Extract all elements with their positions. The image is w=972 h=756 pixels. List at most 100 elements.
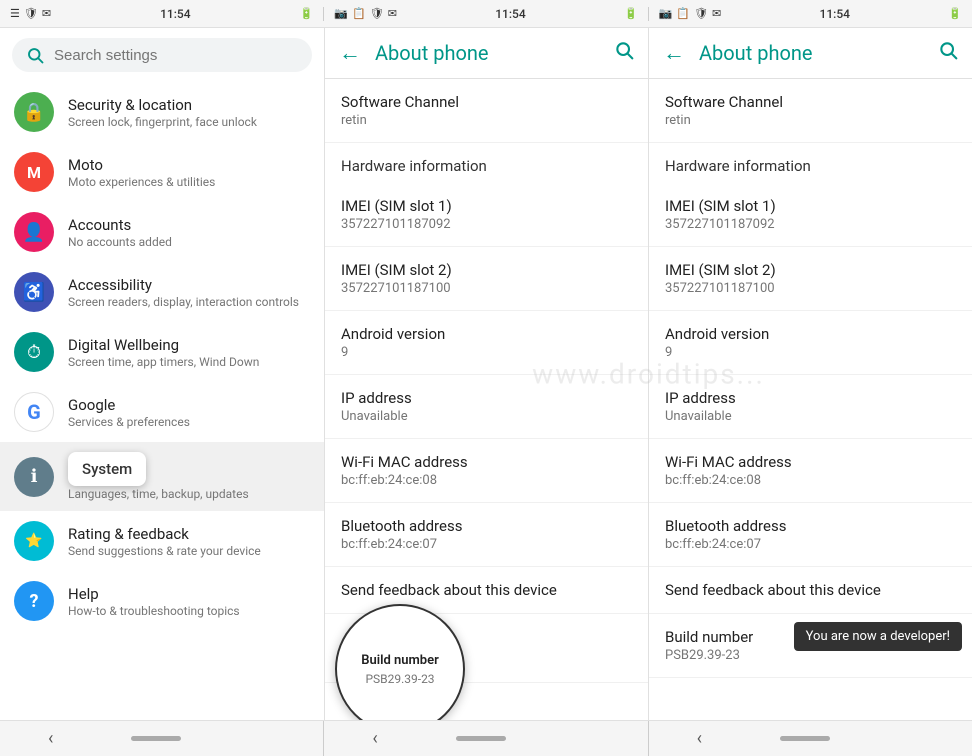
mid-hardware-section: Hardware information [325,143,648,183]
right-android-version: Android version 9 [649,311,972,375]
middle-about-title: About phone [375,41,600,65]
status-icon-cam2: 📷 [659,7,673,20]
security-subtitle: Screen lock, fingerprint, face unlock [68,115,310,129]
status-bar: ☰ 🛡 ✉ 11:54 🔋 📷 📋 🛡 ✉ 11:54 🔋 📷 📋 🛡 ✉ 11… [0,0,972,28]
status-section-right: 📷 📋 🛡 ✉ 11:54 🔋 [648,7,972,21]
status-icon-msg: ✉ [42,7,51,20]
moto-subtitle: Moto experiences & utilities [68,175,310,189]
accounts-text: Accounts No accounts added [68,216,310,249]
accounts-title: Accounts [68,216,310,234]
status-icon-shield3: 🛡 [694,7,708,20]
settings-item-moto[interactable]: M Moto Moto experiences & utilities [0,142,324,202]
settings-item-security[interactable]: 🔒 Security & location Screen lock, finge… [0,82,324,142]
accessibility-text: Accessibility Screen readers, display, i… [68,276,310,309]
status-time-mid: 11:54 [495,7,525,21]
mid-android-version: Android version 9 [325,311,648,375]
settings-item-rating[interactable]: ⭐ Rating & feedback Send suggestions & r… [0,511,324,571]
settings-item-accessibility[interactable]: ♿ Accessibility Screen readers, display,… [0,262,324,322]
accounts-icon: 👤 [14,212,54,252]
mid-ip-address: IP address Unavailable [325,375,648,439]
rating-icon: ⭐ [14,521,54,561]
status-icon-sim: ☰ [10,7,20,20]
home-pill-mid[interactable] [456,736,506,741]
moto-icon: M [14,152,54,192]
nav-right: ‹ [649,721,972,756]
settings-item-help[interactable]: ? Help How-to & troubleshooting topics [0,571,324,631]
status-section-mid: 📷 📋 🛡 ✉ 11:54 🔋 [323,7,647,21]
right-about-title: About phone [699,41,924,65]
search-icon [26,46,44,64]
status-right-mid: 🔋 [624,7,638,20]
mid-send-feedback[interactable]: Send feedback about this device [325,567,648,614]
right-hardware-section: Hardware information [649,143,972,183]
back-button-left[interactable]: ‹ [40,724,61,753]
google-subtitle: Services & preferences [68,415,310,429]
status-right-icons: 📷 📋 🛡 ✉ [659,7,722,20]
mid-software-channel: Software Channel retin [325,79,648,143]
build-circle: Build number PSB29.39-23 [335,604,465,720]
home-pill-right[interactable] [780,736,830,741]
home-pill-left[interactable] [131,736,181,741]
mid-imei1: IMEI (SIM slot 1) 357227101187092 [325,183,648,247]
main-layout: 🔒 Security & location Screen lock, finge… [0,28,972,720]
help-text: Help How-to & troubleshooting topics [68,585,310,618]
system-icon: ℹ [14,457,54,497]
right-ip-address: IP address Unavailable [649,375,972,439]
battery-icon-left: 🔋 [300,7,314,20]
nav-bar: ‹ ‹ ‹ [0,720,972,756]
moto-title: Moto [68,156,310,174]
digitalwellbeing-subtitle: Screen time, app timers, Wind Down [68,355,310,369]
search-input[interactable] [54,47,298,64]
security-title: Security & location [68,96,310,114]
help-icon: ? [14,581,54,621]
accounts-subtitle: No accounts added [68,235,310,249]
right-software-channel: Software Channel retin [649,79,972,143]
mid-wifi-mac: Wi-Fi MAC address bc:ff:eb:24:ce:08 [325,439,648,503]
accessibility-icon: ♿ [14,272,54,312]
status-icon-shield: 🛡 [24,7,38,20]
status-icon-clip2: 📋 [676,7,690,20]
digitalwellbeing-title: Digital Wellbeing [68,336,310,354]
panels-container: www.droidtips... ← About phone Software … [325,28,972,720]
status-icon-msg2: ✉ [388,7,397,20]
rating-title: Rating & feedback [68,525,310,543]
status-left-icons: ☰ 🛡 ✉ [10,7,51,20]
middle-back-button[interactable]: ← [339,40,361,66]
right-send-feedback[interactable]: Send feedback about this device [649,567,972,614]
settings-list: 🔒 Security & location Screen lock, finge… [0,82,324,720]
settings-item-accounts[interactable]: 👤 Accounts No accounts added [0,202,324,262]
status-time-left: 11:54 [160,7,190,21]
nav-left: ‹ [0,721,324,756]
help-title: Help [68,585,310,603]
rating-text: Rating & feedback Send suggestions & rat… [68,525,310,558]
status-icon-cam: 📷 [334,7,348,20]
right-back-button[interactable]: ← [663,40,685,66]
right-wifi-mac: Wi-Fi MAC address bc:ff:eb:24:ce:08 [649,439,972,503]
search-bar[interactable] [12,38,312,72]
right-imei2: IMEI (SIM slot 2) 357227101187100 [649,247,972,311]
status-icon-clip: 📋 [352,7,366,20]
settings-item-digitalwellbeing[interactable]: ⏱ Digital Wellbeing Screen time, app tim… [0,322,324,382]
status-icon-msg3: ✉ [712,7,721,20]
accessibility-title: Accessibility [68,276,310,294]
settings-panel: 🔒 Security & location Screen lock, finge… [0,28,325,720]
status-right-right: 🔋 [948,7,962,20]
settings-item-google[interactable]: G Google Services & preferences [0,382,324,442]
right-build-number[interactable]: Build number PSB29.39-23 You are now a d… [649,614,972,678]
right-about-panel: ← About phone Software Channel retin Har… [649,28,972,720]
digitalwellbeing-icon: ⏱ [14,332,54,372]
right-bluetooth: Bluetooth address bc:ff:eb:24:ce:07 [649,503,972,567]
mid-imei2: IMEI (SIM slot 2) 357227101187100 [325,247,648,311]
digitalwellbeing-text: Digital Wellbeing Screen time, app timer… [68,336,310,369]
back-button-mid[interactable]: ‹ [364,724,385,753]
help-subtitle: How-to & troubleshooting topics [68,604,310,618]
status-time-right: 11:54 [820,7,850,21]
settings-item-system[interactable]: ℹ System Languages, time, backup, update… [0,442,324,511]
middle-search-icon[interactable] [614,40,634,66]
google-icon: G [14,392,54,432]
back-button-right[interactable]: ‹ [689,724,710,753]
accessibility-subtitle: Screen readers, display, interaction con… [68,295,310,309]
right-search-icon[interactable] [938,40,958,66]
mid-build-number[interactable]: Build number PSB29.39-23 [325,614,648,683]
battery-icon-right: 🔋 [948,7,962,20]
